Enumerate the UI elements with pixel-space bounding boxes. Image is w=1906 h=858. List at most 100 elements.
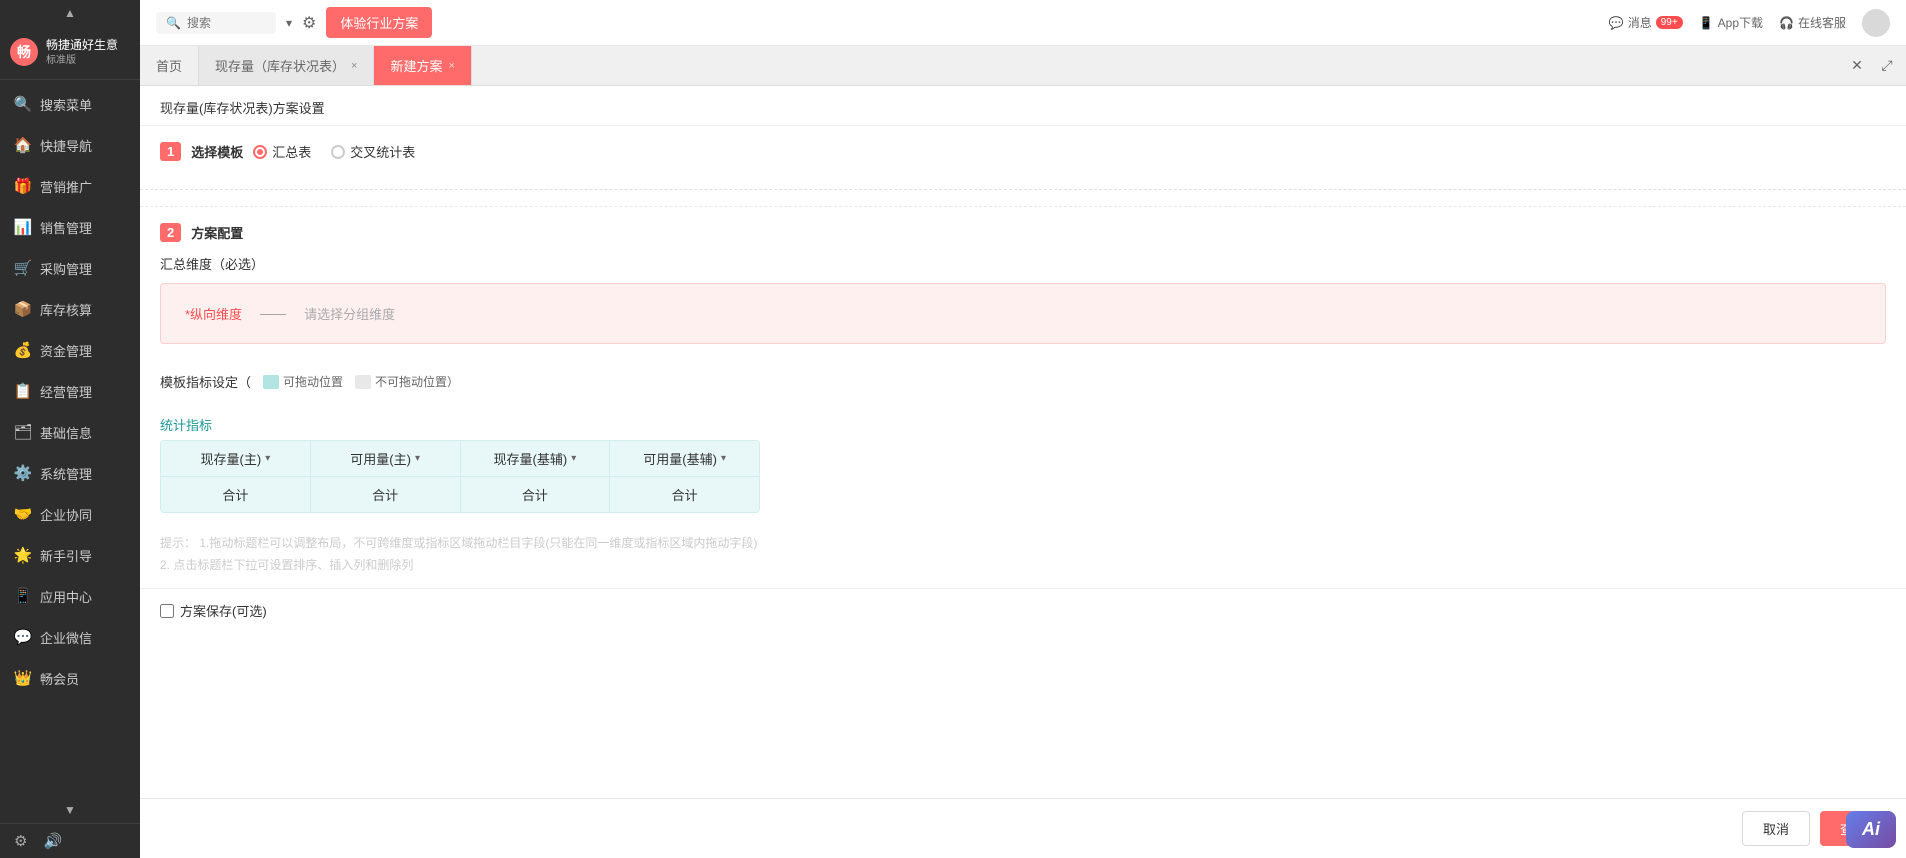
message-badge: 99+ (1656, 16, 1683, 29)
sidebar-item-operation[interactable]: 📋 经营管理 (0, 371, 140, 412)
step2-row: 2 方案配置 (160, 223, 1886, 242)
topbar-search-box[interactable]: 🔍 (156, 12, 276, 34)
dimension-config-label: 汇总维度（必选） (160, 254, 1886, 273)
audio-bottom-icon[interactable]: 🔊 (43, 832, 62, 850)
sidebar-item-basic[interactable]: 🗂 基础信息 (0, 412, 140, 453)
stats-col-0-header[interactable]: 现存量(主) ▾ (161, 441, 310, 477)
sidebar-item-purchase[interactable]: 🛒 采购管理 (0, 248, 140, 289)
col-2-chevron[interactable]: ▾ (571, 453, 576, 464)
sidebar-scroll-down[interactable]: ▼ (0, 797, 140, 823)
sidebar-item-cooperation[interactable]: 🤝 企业协同 (0, 494, 140, 535)
settings-bottom-icon[interactable]: ⚙ (14, 832, 27, 850)
stats-col-2-body: 合计 (461, 477, 610, 512)
sidebar-item-label: 基础信息 (40, 423, 92, 442)
sidebar-item-quicknav[interactable]: 🏠 快捷导航 (0, 125, 140, 166)
sidebar-item-label: 库存核算 (40, 300, 92, 319)
tab-close-button[interactable]: ✕ (1846, 55, 1868, 77)
step1-title: 选择模板 (191, 142, 243, 161)
dimension-box[interactable]: *纵向维度 —— 请选择分组维度 (160, 283, 1886, 344)
stats-col-3-header[interactable]: 可用量(基辅) ▾ (610, 441, 759, 477)
stats-col-2-header[interactable]: 现存量(基辅) ▾ (461, 441, 610, 477)
metrics-section: 模板指标设定（ 可拖动位置 不可拖动位置） (140, 360, 1906, 407)
tab-inventory-close[interactable]: × (351, 60, 357, 72)
template-radio-group: 汇总表 交叉统计表 (253, 142, 415, 161)
stats-col-3: 可用量(基辅) ▾ 合计 (610, 441, 759, 512)
sidebar-item-appcenter[interactable]: 📱 应用中心 (0, 576, 140, 617)
sidebar-item-label: 快捷导航 (40, 136, 92, 155)
folder-icon: 🗂 (14, 423, 32, 441)
tip-text-0: 提示： 1.拖动标题栏可以调整布局，不可跨维度或指标区域拖动栏目字段(只能在同一… (160, 533, 1886, 555)
online-service-label: 在线客服 (1798, 14, 1846, 31)
col-3-chevron[interactable]: ▾ (721, 453, 726, 464)
topbar-dropdown-icon[interactable]: ▾ (286, 16, 292, 30)
industry-plan-button[interactable]: 体验行业方案 (326, 7, 432, 38)
app-download-button[interactable]: 📱 App下载 (1699, 14, 1763, 31)
col-1-chevron[interactable]: ▾ (415, 453, 420, 464)
stats-col-3-body: 合计 (610, 477, 759, 512)
sidebar-logo-text: 畅捷通好生意 标准版 (46, 38, 118, 67)
stats-section-label: 统计指标 (140, 415, 1906, 434)
message-label: 消息 (1628, 14, 1652, 31)
ai-badge[interactable]: Ai (1846, 811, 1896, 848)
dimension-dash: —— (260, 306, 286, 321)
metrics-title: 模板指标设定（ (160, 372, 251, 391)
draggable-legend-box (263, 375, 279, 389)
sidebar-logo: 畅 畅捷通好生意 标准版 (0, 26, 140, 80)
user-avatar[interactable] (1862, 9, 1890, 37)
message-button[interactable]: 💬 消息 99+ (1609, 14, 1683, 31)
tab-home[interactable]: 首页 (140, 46, 199, 85)
stats-col-1-body: 合计 (311, 477, 460, 512)
online-service-button[interactable]: 🎧 在线客服 (1779, 14, 1846, 31)
crown-icon: 👑 (14, 669, 32, 687)
col-0-label: 现存量(主) (201, 449, 262, 468)
metrics-label-row: 模板指标设定（ 可拖动位置 不可拖动位置） (160, 372, 1886, 391)
sidebar-item-member[interactable]: 👑 畅会员 (0, 658, 140, 699)
mobile-icon: 📱 (1699, 16, 1714, 30)
sidebar: ▲ 畅 畅捷通好生意 标准版 🔍 搜索菜单 🏠 快捷导航 🎁 营销推广 📊 销售… (0, 0, 140, 858)
radio-summary[interactable]: 汇总表 (253, 142, 311, 161)
tab-newplan-close[interactable]: × (448, 60, 454, 72)
sidebar-item-search[interactable]: 🔍 搜索菜单 (0, 84, 140, 125)
search-icon: 🔍 (14, 95, 32, 113)
gear-icon: ⚙️ (14, 464, 32, 482)
topbar-gear-icon[interactable]: ⚙ (302, 13, 316, 33)
home-icon: 🏠 (14, 136, 32, 154)
sidebar-item-label: 企业微信 (40, 628, 92, 647)
sidebar-item-newguide[interactable]: 🌟 新手引导 (0, 535, 140, 576)
step2-title: 方案配置 (191, 223, 243, 242)
message-icon: 💬 (1609, 16, 1624, 30)
page-title: 现存量(库存状况表)方案设置 (140, 86, 1906, 126)
stats-col-1-header[interactable]: 可用量(主) ▾ (311, 441, 460, 477)
money-icon: 💰 (14, 341, 32, 359)
sidebar-item-inventory[interactable]: 📦 库存核算 (0, 289, 140, 330)
save-row: 方案保存(可选) (140, 588, 1906, 632)
sidebar-scroll-up[interactable]: ▲ (0, 0, 140, 26)
sidebar-item-weixin[interactable]: 💬 企业微信 (0, 617, 140, 658)
sidebar-bottom: ⚙ 🔊 (0, 823, 140, 858)
main-area: 🔍 ▾ ⚙ 体验行业方案 💬 消息 99+ 📱 App下载 🎧 在线客服 (140, 0, 1906, 858)
star-icon: 🌟 (14, 546, 32, 564)
sidebar-item-system[interactable]: ⚙️ 系统管理 (0, 453, 140, 494)
dimension-placeholder: 请选择分组维度 (304, 304, 395, 323)
step2-section: 2 方案配置 汇总维度（必选） *纵向维度 —— 请选择分组维度 (140, 206, 1906, 360)
legend-nondraggable: 不可拖动位置） (355, 373, 459, 390)
sidebar-item-sales[interactable]: 📊 销售管理 (0, 207, 140, 248)
col-0-chevron[interactable]: ▾ (265, 453, 270, 464)
radio-cross[interactable]: 交叉统计表 (331, 142, 415, 161)
sidebar-item-label: 搜索菜单 (40, 95, 92, 114)
sidebar-item-label: 经营管理 (40, 382, 92, 401)
cancel-button[interactable]: 取消 (1742, 811, 1810, 846)
tab-expand-button[interactable]: ⤢ (1876, 55, 1898, 77)
nondraggable-legend-box (355, 375, 371, 389)
search-input[interactable] (187, 16, 267, 30)
sidebar-item-finance[interactable]: 💰 资金管理 (0, 330, 140, 371)
tabs-right-controls: ✕ ⤢ (1846, 55, 1906, 77)
handshake-icon: 🤝 (14, 505, 32, 523)
tab-newplan[interactable]: 新建方案 × (374, 46, 471, 85)
tab-inventory[interactable]: 现存量（库存状况表） × (199, 46, 374, 85)
dimension-required-label: *纵向维度 (185, 304, 242, 323)
app-download-label: App下载 (1718, 14, 1763, 31)
save-checkbox[interactable] (160, 604, 174, 618)
content-area: 现存量(库存状况表)方案设置 1 选择模板 汇总表 交叉统计表 (140, 86, 1906, 798)
sidebar-item-marketing[interactable]: 🎁 营销推广 (0, 166, 140, 207)
